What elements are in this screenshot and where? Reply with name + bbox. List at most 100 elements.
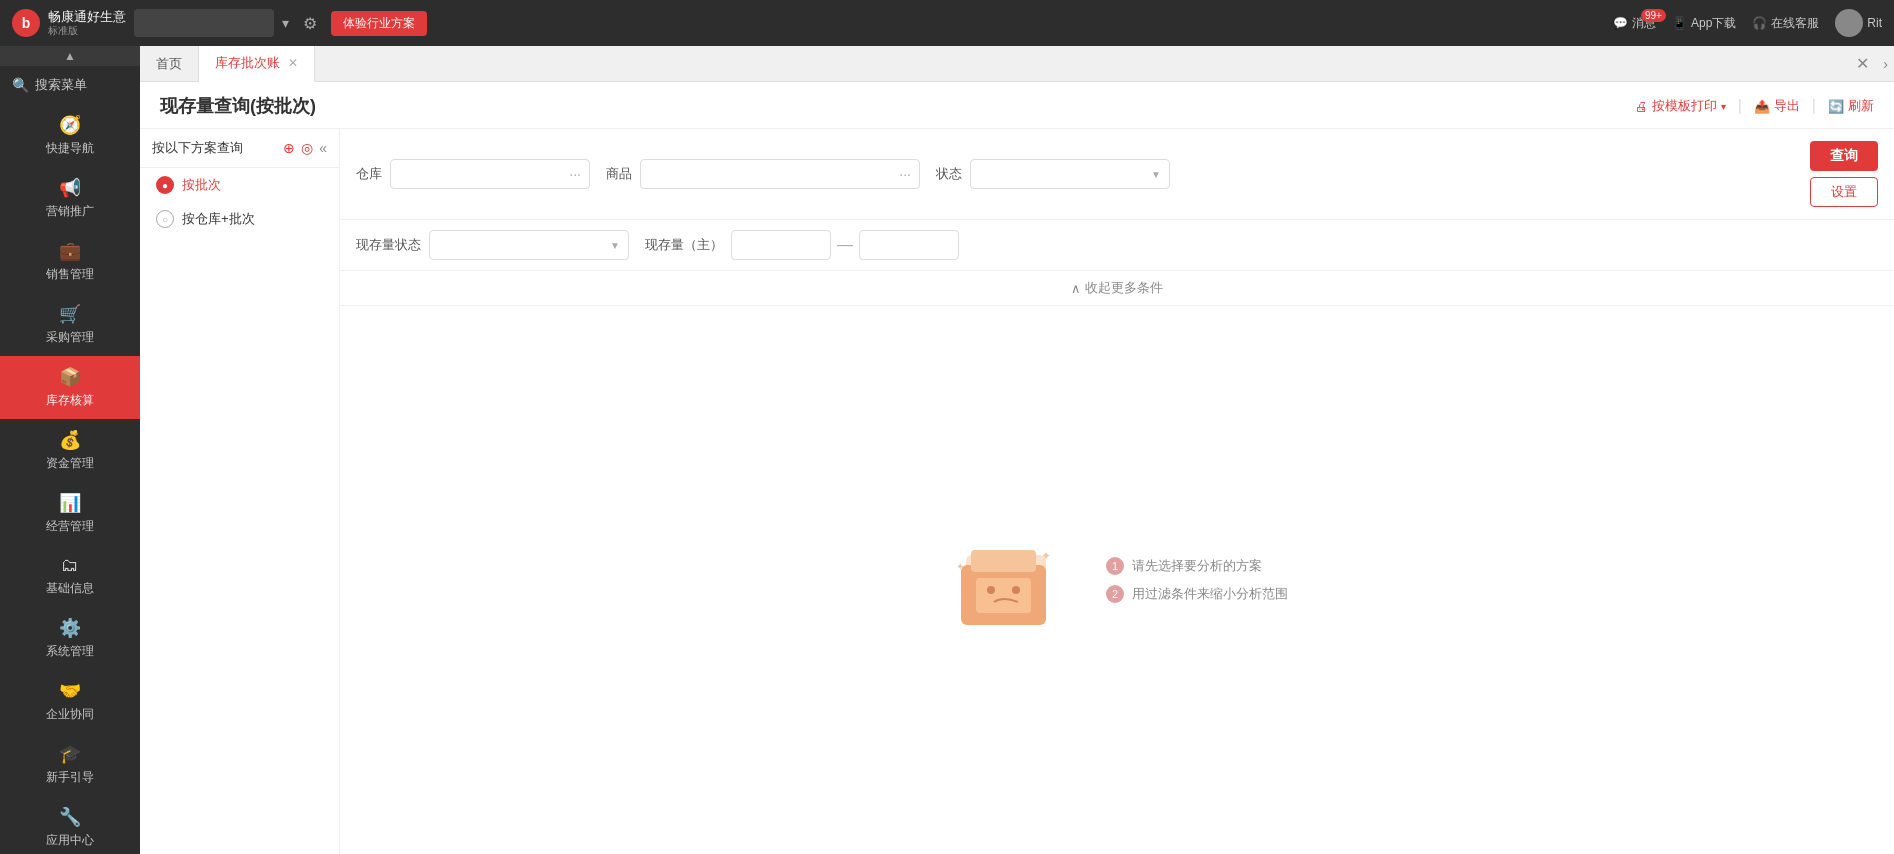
app-download-label: App下载	[1691, 15, 1736, 32]
svg-point-5	[1012, 586, 1020, 594]
sidebar-item-enterprise[interactable]: 🤝 企业协同	[0, 670, 140, 733]
collapse-more-row[interactable]: ∧ 收起更多条件	[340, 271, 1894, 306]
sidebar-item-marketing[interactable]: 📢 营销推广	[0, 167, 140, 230]
refresh-button[interactable]: 🔄 刷新	[1828, 97, 1874, 115]
tab-inventory-batch[interactable]: 库存批次账 ✕	[199, 46, 315, 82]
stock-qty-label: 现存量（主）	[645, 236, 723, 254]
status-label: 状态	[936, 165, 962, 183]
content-area: 首页 库存批次账 ✕ ✕ › 现存量查询(按批次) 🖨 按模板打印 ▾	[140, 46, 1894, 854]
sidebar-item-finance[interactable]: 💰 资金管理	[0, 419, 140, 482]
collapse-icon: ∧	[1071, 281, 1081, 296]
stock-status-label: 现存量状态	[356, 236, 421, 254]
online-service-label: 在线客服	[1771, 15, 1819, 32]
search-box[interactable]	[134, 9, 274, 37]
filter-row-actions: 查询 设置	[1810, 141, 1878, 207]
user-item[interactable]: Rit	[1835, 9, 1882, 37]
sidebar-search[interactable]: 🔍 搜索菜单	[0, 66, 140, 104]
avatar	[1835, 9, 1863, 37]
query-button[interactable]: 查询	[1810, 141, 1878, 171]
tab-home[interactable]: 首页	[140, 46, 199, 82]
sidebar-item-label-newbie: 新手引导	[46, 769, 94, 786]
purchase-icon: 🛒	[59, 303, 81, 325]
sidebar-scroll-up[interactable]: ▲	[0, 46, 140, 66]
newbie-icon: 🎓	[59, 743, 81, 765]
empty-svg-illustration: ✦ ✦	[946, 520, 1066, 640]
search-icon: 🔍	[12, 77, 29, 93]
sidebar-item-inventory[interactable]: 📦 库存核算	[0, 356, 140, 419]
tab-bar-arrow-icon[interactable]: ›	[1877, 56, 1894, 72]
stock-status-select[interactable]: ▼	[429, 230, 629, 260]
stock-qty-min-input[interactable]	[731, 230, 831, 260]
filter-item-by-warehouse-batch[interactable]: ○ 按仓库+批次	[140, 202, 339, 236]
sidebar-item-app-center[interactable]: 🔧 应用中心	[0, 796, 140, 854]
app-center-icon: 🔧	[59, 806, 81, 828]
settings-icon[interactable]: ⚙	[297, 12, 323, 35]
filter-item-by-warehouse-batch-label: 按仓库+批次	[182, 210, 255, 228]
filter-add-icon[interactable]: ⊕	[283, 140, 295, 156]
username: Rit	[1867, 16, 1882, 30]
svg-rect-3	[976, 578, 1031, 613]
sidebar-item-basics[interactable]: 🗂 基础信息	[0, 545, 140, 607]
filter-panel-icons: ⊕ ◎ «	[283, 140, 327, 156]
empty-hint-1-num: 1	[1106, 557, 1124, 575]
trial-button[interactable]: 体验行业方案	[331, 11, 427, 36]
filter-item-by-warehouse-batch-icon: ○	[156, 210, 174, 228]
tab-bar-close-all[interactable]: ✕	[1856, 54, 1869, 73]
filter-row-2: 现存量状态 ▼ 现存量（主） —	[340, 220, 1894, 271]
sidebar-item-label-finance: 资金管理	[46, 455, 94, 472]
app-download-item[interactable]: 📱 App下载	[1672, 15, 1736, 32]
empty-hint-1-text: 请先选择要分析的方案	[1132, 557, 1262, 575]
page-title: 现存量查询(按批次)	[160, 94, 316, 118]
stock-qty-range: —	[731, 230, 959, 260]
empty-hint-2: 2 用过滤条件来缩小分析范围	[1106, 585, 1288, 603]
export-button[interactable]: 📤 导出	[1754, 97, 1800, 115]
filter-panel-title: 按以下方案查询	[152, 139, 243, 157]
svg-point-4	[987, 586, 995, 594]
sidebar-item-quick-nav[interactable]: 🧭 快捷导航	[0, 104, 140, 167]
filter-settings-icon[interactable]: ◎	[301, 140, 313, 156]
sidebar-item-purchase[interactable]: 🛒 采购管理	[0, 293, 140, 356]
goods-dots-icon[interactable]: ···	[899, 166, 911, 182]
goods-input[interactable]: ···	[640, 159, 920, 189]
message-icon: 💬	[1613, 16, 1628, 30]
sidebar-item-sales[interactable]: 💼 销售管理	[0, 230, 140, 293]
settings-button[interactable]: 设置	[1810, 177, 1878, 207]
print-button[interactable]: 🖨 按模板打印 ▾	[1635, 97, 1726, 115]
sidebar-item-label-purchase: 采购管理	[46, 329, 94, 346]
online-service-icon: 🎧	[1752, 16, 1767, 30]
top-bar-right: 💬 消息 99+ 📱 App下载 🎧 在线客服 Rit	[1613, 9, 1882, 37]
empty-text-block: 1 请先选择要分析的方案 2 用过滤条件来缩小分析范围	[1106, 557, 1288, 603]
sidebar-item-system[interactable]: ⚙️ 系统管理	[0, 607, 140, 670]
filter-item-by-batch[interactable]: ● 按批次	[140, 168, 339, 202]
warehouse-input[interactable]: ···	[390, 159, 590, 189]
warehouse-dots-icon[interactable]: ···	[569, 166, 581, 182]
page-header: 现存量查询(按批次) 🖨 按模板打印 ▾ | 📤 导出 | 🔄	[140, 82, 1894, 129]
message-badge: 99+	[1641, 9, 1666, 22]
export-icon: 📤	[1754, 99, 1770, 114]
sidebar-item-label-inventory: 库存核算	[46, 392, 94, 409]
stock-qty-field: 现存量（主） —	[645, 230, 959, 260]
empty-hint-2-text: 用过滤条件来缩小分析范围	[1132, 585, 1288, 603]
filter-row-1: 仓库 ··· 商品 ···	[340, 129, 1894, 220]
search-dropdown-icon[interactable]: ▾	[278, 13, 293, 33]
online-service-item[interactable]: 🎧 在线客服	[1752, 15, 1819, 32]
svg-text:✦: ✦	[1041, 549, 1051, 563]
status-select[interactable]: ▼	[970, 159, 1170, 189]
sidebar: ▲ 🔍 搜索菜单 🧭 快捷导航 📢 营销推广 💼 销售管理 🛒 采购管理 📦 库…	[0, 46, 140, 854]
sidebar-item-operations[interactable]: 📊 经营管理	[0, 482, 140, 545]
sidebar-item-label-app-center: 应用中心	[46, 832, 94, 849]
stock-status-arrow-icon: ▼	[610, 240, 620, 251]
status-arrow-icon: ▼	[1151, 169, 1161, 180]
basics-icon: 🗂	[61, 555, 79, 576]
stock-qty-max-input[interactable]	[859, 230, 959, 260]
tab-bar: 首页 库存批次账 ✕ ✕ ›	[140, 46, 1894, 82]
filter-collapse-icon[interactable]: «	[319, 140, 327, 156]
marketing-icon: 📢	[59, 177, 81, 199]
tab-home-label: 首页	[156, 55, 182, 73]
filter-panel-header: 按以下方案查询 ⊕ ◎ «	[140, 129, 339, 168]
print-icon: 🖨	[1635, 99, 1648, 114]
stock-qty-dash: —	[837, 236, 853, 254]
message-item[interactable]: 💬 消息 99+	[1613, 15, 1656, 32]
tab-close-icon[interactable]: ✕	[288, 56, 298, 70]
sidebar-item-newbie[interactable]: 🎓 新手引导	[0, 733, 140, 796]
